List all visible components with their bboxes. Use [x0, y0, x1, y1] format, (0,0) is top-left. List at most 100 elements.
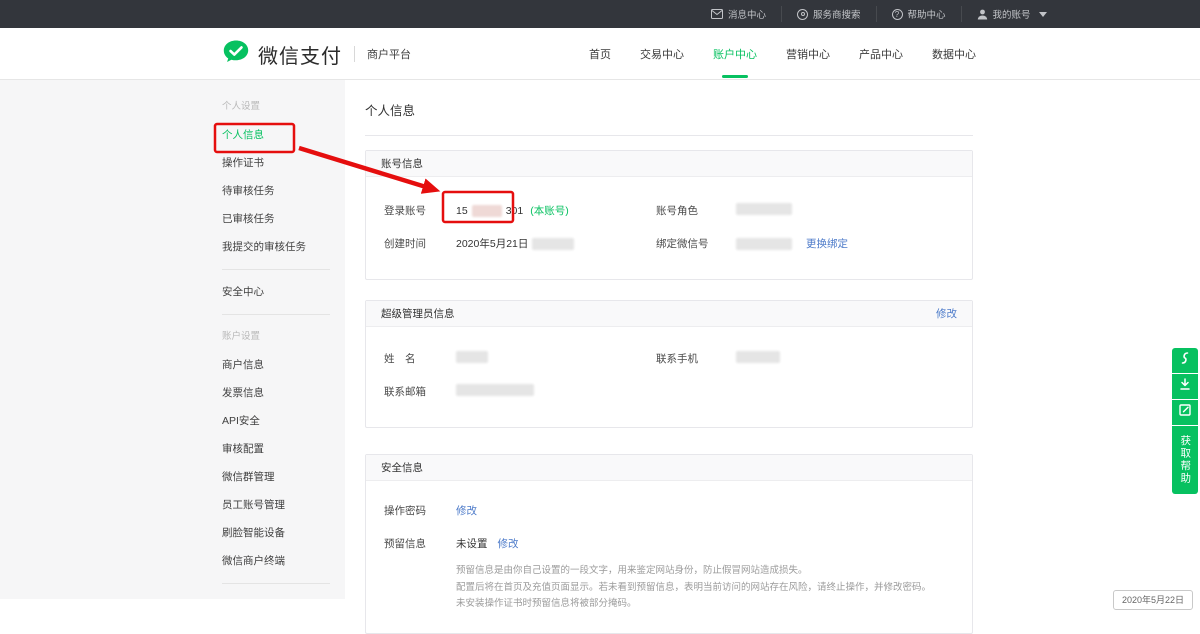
reserved-info-value: 未设置 修改	[456, 536, 519, 551]
sidebar-item-reviewed-tasks[interactable]: 已审核任务	[222, 205, 332, 233]
form-row: 预留信息 未设置 修改	[366, 528, 972, 561]
nav-data-center[interactable]: 数据中心	[931, 42, 977, 66]
account-info-section: 账号信息 登录账号 15 301 (本账号) 账号角色 创建时间 2020年5月2…	[365, 150, 973, 280]
admin-name-label: 姓 名	[384, 351, 416, 366]
operation-password-label: 操作密码	[384, 503, 426, 518]
account-info-body: 登录账号 15 301 (本账号) 账号角色 创建时间 2020年5月21日 绑定…	[366, 177, 972, 279]
main-content: 个人信息 账号信息 登录账号 15301 (本账号) 账号角色 创建时间 202…	[365, 80, 973, 634]
sidebar-item-wechat-merchant-terminal[interactable]: 微信商户终端	[222, 547, 332, 575]
chevron-down-icon	[1039, 12, 1047, 17]
admin-name-value	[456, 351, 488, 363]
date-popup: 2020年5月22日	[1113, 590, 1193, 610]
sidebar-divider	[222, 269, 330, 270]
security-info-title: 安全信息	[381, 460, 423, 475]
redacted-block	[736, 238, 792, 250]
created-time-label: 创建时间	[384, 236, 426, 251]
search-icon	[797, 9, 808, 20]
sidebar-item-staff-account-management[interactable]: 员工账号管理	[222, 491, 332, 519]
brand-divider	[354, 46, 355, 62]
contact-curve-icon	[1178, 351, 1192, 370]
sidebar: 个人设置 个人信息 操作证书 待审核任务 已审核任务 我提交的审核任务 安全中心…	[222, 93, 332, 592]
service-provider-search-button[interactable]: 服务商搜索	[781, 6, 876, 22]
my-account-menu[interactable]: 我的账号	[961, 6, 1062, 22]
message-center-label: 消息中心	[728, 7, 766, 21]
change-binding-link[interactable]: 更换绑定	[806, 236, 848, 251]
nav-account-center[interactable]: 账户中心	[712, 42, 758, 66]
login-account-suffix: 301	[506, 205, 524, 217]
password-modify-link[interactable]: 修改	[456, 503, 477, 518]
feedback-button[interactable]	[1172, 400, 1198, 425]
sidebar-item-pending-review-tasks[interactable]: 待审核任务	[222, 177, 332, 205]
contact-phone-value	[736, 351, 780, 363]
sidebar-item-invoice-info[interactable]: 发票信息	[222, 379, 332, 407]
sidebar-item-review-config[interactable]: 审核配置	[222, 435, 332, 463]
sidebar-item-operation-certificate[interactable]: 操作证书	[222, 149, 332, 177]
sidebar-item-face-smart-device[interactable]: 刷脸智能设备	[222, 519, 332, 547]
download-button[interactable]	[1172, 374, 1198, 399]
nav-product-center[interactable]: 产品中心	[858, 42, 904, 66]
main-nav: 首页 交易中心 账户中心 营销中心 产品中心 数据中心	[588, 28, 977, 80]
created-date-text: 2020年5月21日	[456, 236, 528, 251]
get-help-label: 获取帮助	[1180, 435, 1191, 485]
admin-modify-link[interactable]: 修改	[936, 306, 957, 321]
security-info-body: 操作密码 修改 预留信息 未设置 修改 预留信息是由你自己设置的一段文字，用来鉴…	[366, 481, 972, 613]
sidebar-group-personal-settings: 个人设置	[222, 93, 332, 121]
sidebar-item-security-center[interactable]: 安全中心	[222, 278, 332, 306]
description-line: 配置后将在首页及充值页面显示。若未看到预留信息，表明当前访问的网站存在风险，请终…	[456, 580, 972, 597]
sidebar-item-wechat-group-management[interactable]: 微信群管理	[222, 463, 332, 491]
reserved-info-description: 预留信息是由你自己设置的一段文字，用来鉴定网站身份，防止假冒网站造成损失。 配置…	[456, 563, 972, 613]
form-row: 操作密码 修改	[366, 495, 972, 528]
reserved-modify-link[interactable]: 修改	[498, 536, 519, 551]
account-role-label: 账号角色	[656, 203, 698, 218]
topbar: 消息中心 服务商搜索 ? 帮助中心 我的账号	[0, 0, 1200, 28]
contact-phone-label: 联系手机	[656, 351, 698, 366]
user-icon	[977, 9, 988, 20]
service-provider-search-label: 服务商搜索	[813, 7, 861, 21]
topbar-menu: 消息中心 服务商搜索 ? 帮助中心 我的账号	[696, 0, 1062, 28]
help-center-label: 帮助中心	[908, 7, 946, 21]
account-info-title: 账号信息	[381, 156, 423, 171]
redacted-block	[472, 205, 502, 217]
security-info-header: 安全信息	[366, 455, 972, 481]
form-row: 创建时间 2020年5月21日 绑定微信号 更换绑定	[366, 228, 972, 261]
contact-email-value	[456, 384, 534, 396]
message-center-button[interactable]: 消息中心	[696, 6, 781, 22]
edit-icon	[1178, 403, 1192, 422]
bound-wechat-value: 更换绑定	[736, 236, 848, 251]
my-account-label: 我的账号	[993, 7, 1031, 21]
redacted-block	[532, 238, 574, 250]
nav-marketing-center[interactable]: 营销中心	[785, 42, 831, 66]
current-account-tag: (本账号)	[530, 203, 569, 218]
sidebar-item-my-submitted-review-tasks[interactable]: 我提交的审核任务	[222, 233, 332, 261]
bound-wechat-label: 绑定微信号	[656, 236, 709, 251]
security-info-section: 安全信息 操作密码 修改 预留信息 未设置 修改 预留信息是由你自己设置的一段文…	[365, 454, 973, 634]
admin-info-header: 超级管理员信息 修改	[366, 301, 972, 327]
contact-email-label: 联系邮箱	[384, 384, 426, 399]
redacted-block	[456, 384, 534, 396]
account-role-value	[736, 203, 792, 215]
reserved-info-label: 预留信息	[384, 536, 426, 551]
envelope-icon	[711, 9, 723, 19]
nav-transaction-center[interactable]: 交易中心	[639, 42, 685, 66]
sidebar-item-api-security[interactable]: API安全	[222, 407, 332, 435]
help-icon: ?	[892, 9, 903, 20]
get-help-button[interactable]: 获取帮助	[1172, 426, 1198, 494]
reserved-info-status: 未设置	[456, 536, 488, 551]
description-line: 预留信息是由你自己设置的一段文字，用来鉴定网站身份，防止假冒网站造成损失。	[456, 563, 972, 580]
form-row: 联系邮箱	[366, 376, 972, 409]
login-account-label: 登录账号	[384, 203, 426, 218]
floating-toolbar: 获取帮助	[1172, 348, 1198, 494]
admin-info-title: 超级管理员信息	[381, 306, 455, 321]
help-center-button[interactable]: ? 帮助中心	[876, 6, 961, 22]
sidebar-item-personal-info[interactable]: 个人信息	[222, 121, 332, 149]
login-account-prefix: 15	[456, 205, 468, 217]
contact-service-button[interactable]	[1172, 348, 1198, 373]
sidebar-item-merchant-info[interactable]: 商户信息	[222, 351, 332, 379]
brand-logo[interactable]: 微信支付 商户平台	[222, 28, 411, 80]
admin-info-section: 超级管理员信息 修改 姓 名 联系手机 联系邮箱	[365, 300, 973, 428]
title-divider	[365, 135, 973, 136]
description-line: 未安装操作证书时预留信息将被部分掩码。	[456, 596, 972, 613]
sidebar-divider	[222, 583, 330, 584]
nav-home[interactable]: 首页	[588, 42, 612, 66]
operation-password-value: 修改	[456, 503, 477, 518]
